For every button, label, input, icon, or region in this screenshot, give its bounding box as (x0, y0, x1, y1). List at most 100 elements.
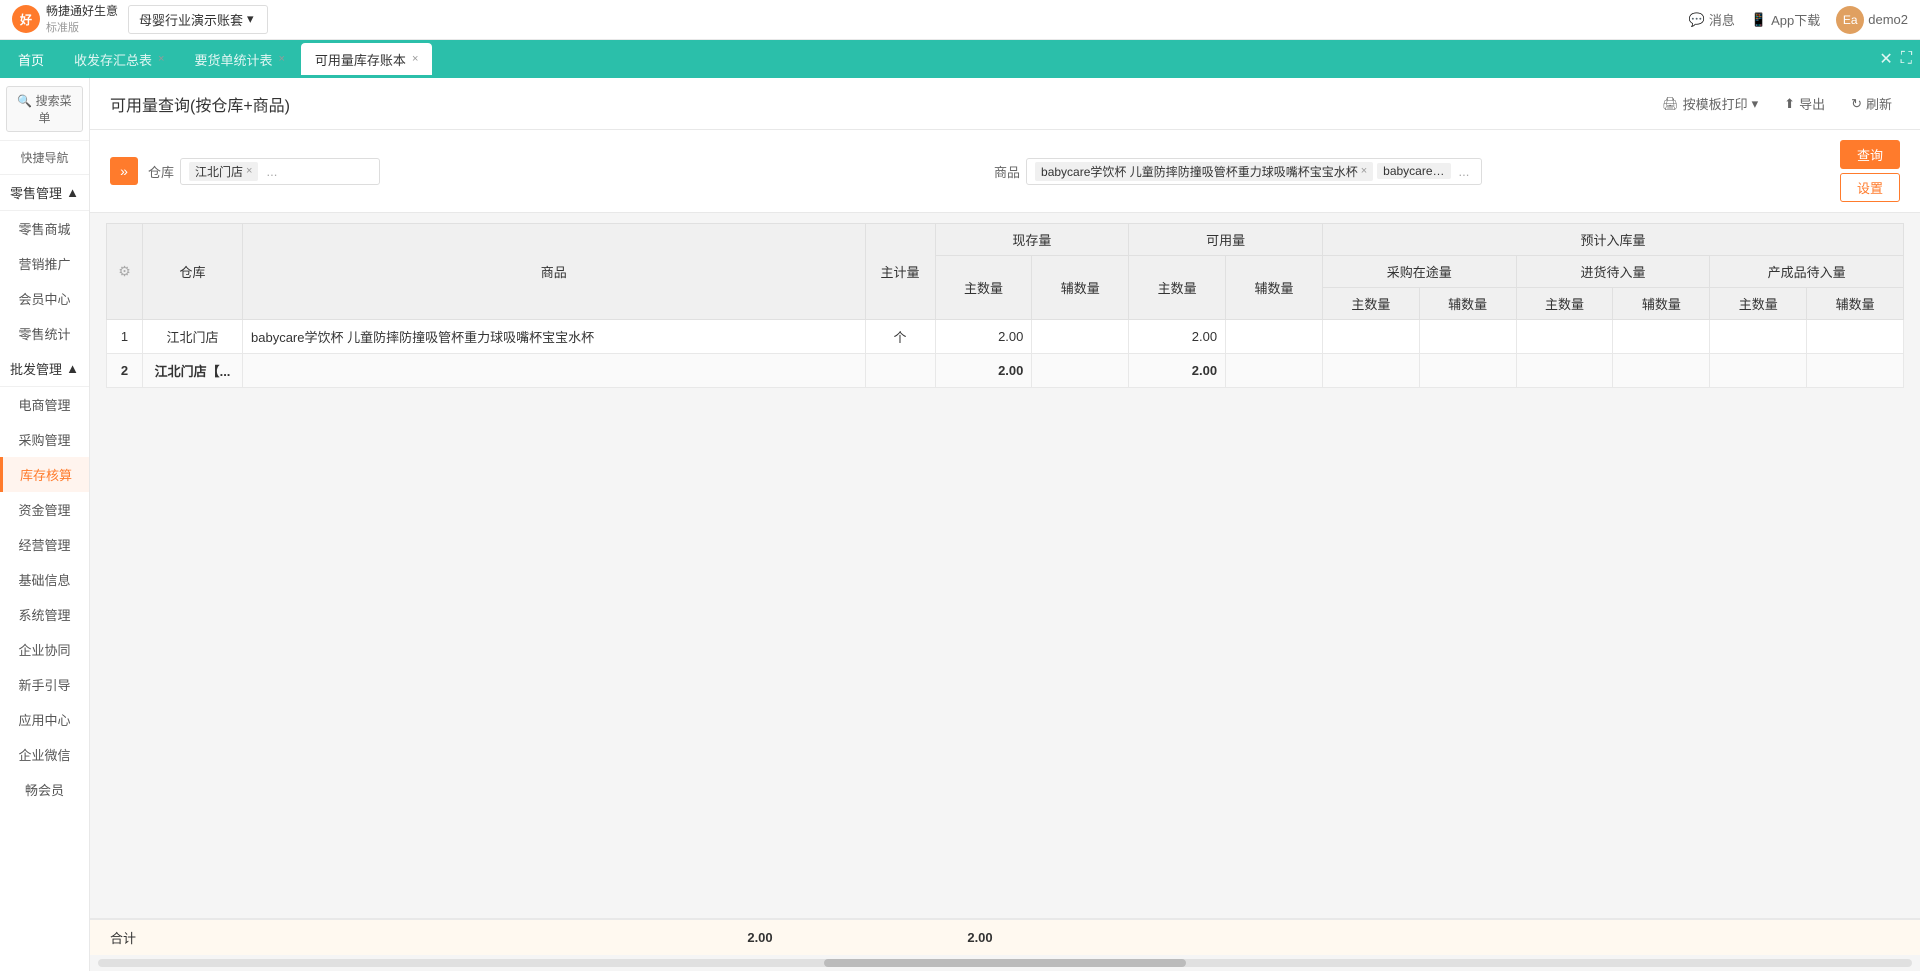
table-row: 1 江北门店 babycare学饮杯 儿童防摔防撞吸管杯重力球吸嘴杯宝宝水杯 个… (107, 320, 1904, 354)
tab-shoufacun-close[interactable]: × (158, 53, 164, 65)
product-dots[interactable]: ... (1455, 164, 1474, 179)
filter-group-product: 商品 babycare学饮杯 儿童防摔防撞吸管杯重力球吸嘴杯宝宝水杯 × bab… (994, 158, 1830, 185)
app-download-button[interactable]: 📱 App下载 (1751, 10, 1820, 29)
enterprise-label: 企业协同 (18, 643, 70, 658)
row1-product: babycare学饮杯 儿童防摔防撞吸管杯重力球吸嘴杯宝宝水杯 (243, 320, 866, 354)
row1-index: 1 (107, 320, 143, 354)
sidebar-item-guide[interactable]: 新手引导 (0, 667, 89, 702)
message-button[interactable]: 💬 消息 (1689, 10, 1735, 29)
product-tag1-remove[interactable]: × (1361, 165, 1367, 177)
query-button[interactable]: 查询 (1840, 140, 1900, 169)
tab-shoufacun[interactable]: 收发存汇总表 × (60, 43, 178, 75)
member-label: 会员中心 (18, 292, 70, 307)
th-avail-main: 主数量 (1129, 256, 1226, 320)
username-label: demo2 (1868, 12, 1908, 27)
user-area[interactable]: Ea demo2 (1836, 6, 1908, 34)
page-title: 可用量查询(按仓库+商品) (110, 92, 290, 116)
row2-inv-main: 2.00 (935, 354, 1032, 388)
row1-warehouse: 江北门店 (143, 320, 243, 354)
nav-right-buttons: ✕ ⛶ (1879, 49, 1920, 69)
tab-keyongliang[interactable]: 可用量库存账本 × (301, 43, 432, 75)
sidebar-item-appstore[interactable]: 应用中心 (0, 702, 89, 737)
setting-button[interactable]: 设置 (1840, 173, 1900, 202)
th-pur-pending-group: 进货待入量 (1516, 256, 1710, 288)
row1-avail-main: 2.00 (1129, 320, 1226, 354)
row1-avail-sub (1226, 320, 1323, 354)
logo-text-area: 畅捷通好生意 标准版 (46, 4, 118, 34)
sidebar-item-wechat[interactable]: 企业微信 (0, 737, 89, 772)
th-settings: ⚙ (107, 224, 143, 320)
row2-warehouse: 江北门店【... (143, 354, 243, 388)
industry-selector[interactable]: 母婴行业演示账套 ▾ (128, 5, 268, 34)
th-avail-sub: 辅数量 (1226, 256, 1323, 320)
marketing-label: 营销推广 (18, 257, 70, 272)
sidebar-item-finance[interactable]: 资金管理 (0, 492, 89, 527)
tab-yaohuo-close[interactable]: × (278, 53, 284, 65)
sidebar-item-quick-nav[interactable]: 快捷导航 (0, 141, 89, 175)
sidebar-item-retail-stats[interactable]: 零售统计 (0, 316, 89, 351)
sidebar-item-system[interactable]: 系统管理 (0, 597, 89, 632)
row1-prod-pend-sub (1807, 320, 1904, 354)
sidebar-item-member[interactable]: 会员中心 (0, 281, 89, 316)
filter-actions: 查询 设置 (1840, 140, 1900, 202)
sidebar-item-retail-store[interactable]: 零售商城 (0, 211, 89, 246)
export-button[interactable]: ⬆ 导出 (1776, 90, 1833, 117)
filter-toggle-button[interactable]: » (110, 157, 138, 185)
row1-inv-main: 2.00 (935, 320, 1032, 354)
th-inventory-group: 现存量 (935, 224, 1129, 256)
sidebar-section-wholesale-header[interactable]: 批发管理 ▲ (0, 351, 89, 386)
scroll-track[interactable] (98, 959, 1912, 967)
sidebar-section-retail-header[interactable]: 零售管理 ▲ (0, 175, 89, 210)
th-unit: 主计量 (865, 224, 935, 320)
footer-inv-main: 2.00 (710, 930, 810, 945)
print-icon: 🖨 (1662, 96, 1679, 112)
retail-stats-label: 零售统计 (18, 327, 70, 342)
tab-home[interactable]: 首页 (4, 43, 58, 75)
row2-pur-transit-sub (1419, 354, 1516, 388)
row1-pur-transit-sub (1419, 320, 1516, 354)
system-label: 系统管理 (18, 608, 70, 623)
sidebar-item-basic[interactable]: 基础信息 (0, 562, 89, 597)
nav-fullscreen-icon[interactable]: ⛶ (1901, 50, 1912, 68)
footer-avail-main: 2.00 (930, 930, 1030, 945)
print-button[interactable]: 🖨 按模板打印 ▾ (1654, 90, 1766, 117)
product-input[interactable]: babycare学饮杯 儿童防摔防撞吸管杯重力球吸嘴杯宝宝水杯 × babyca… (1026, 158, 1482, 185)
sidebar-item-business[interactable]: 经营管理 (0, 527, 89, 562)
th-pur-transit-main: 主数量 (1322, 288, 1419, 320)
product-tag1-value: babycare学饮杯 儿童防摔防撞吸管杯重力球吸嘴杯宝宝水杯 (1041, 163, 1358, 180)
sidebar-item-ecommerce[interactable]: 电商管理 (0, 387, 89, 422)
refresh-button[interactable]: ↻ 刷新 (1843, 90, 1900, 117)
sidebar-item-enterprise[interactable]: 企业协同 (0, 632, 89, 667)
warehouse-tag-remove[interactable]: × (246, 165, 252, 177)
sidebar-item-marketing[interactable]: 营销推广 (0, 246, 89, 281)
sidebar-item-member2[interactable]: 畅会员 (0, 772, 89, 807)
search-menu-label: 搜索菜单 (36, 94, 72, 125)
logo-area: 好 畅捷通好生意 标准版 (12, 4, 118, 34)
nav-close-icon[interactable]: ✕ (1879, 49, 1892, 69)
scroll-thumb[interactable] (824, 959, 1187, 967)
row2-prod-pend-main (1710, 354, 1807, 388)
filter-group-warehouse: 仓库 江北门店 × ... (148, 158, 984, 185)
purchase-label: 采购管理 (18, 433, 70, 448)
row2-pur-pend-sub (1613, 354, 1710, 388)
retail-mgmt-label: 零售管理 (10, 183, 62, 202)
tab-yaohuo[interactable]: 要货单统计表 × (180, 43, 298, 75)
warehouse-dots[interactable]: ... (262, 164, 281, 179)
table-area: ⚙ 仓库 商品 主计量 现存量 (90, 213, 1920, 918)
page-header: 可用量查询(按仓库+商品) 🖨 按模板打印 ▾ ⬆ 导出 ↻ 刷新 (90, 78, 1920, 130)
th-prod-pending-group: 产成品待入量 (1710, 256, 1904, 288)
th-pur-transit-sub: 辅数量 (1419, 288, 1516, 320)
filter-bar: » 仓库 江北门店 × ... 商品 babycare学饮杯 儿童防摔防撞吸管杯… (90, 130, 1920, 213)
gear-icon[interactable]: ⚙ (118, 263, 131, 279)
row1-pur-transit-main (1322, 320, 1419, 354)
tab-keyongliang-close[interactable]: × (412, 53, 418, 65)
appstore-label: 应用中心 (18, 713, 70, 728)
export-label: 导出 (1799, 94, 1825, 113)
sidebar-item-purchase[interactable]: 采购管理 (0, 422, 89, 457)
sidebar-item-inventory[interactable]: 库存核算 (0, 457, 89, 492)
row2-avail-main: 2.00 (1129, 354, 1226, 388)
search-menu-button[interactable]: 🔍 搜索菜单 (6, 86, 83, 132)
th-pur-pend-main: 主数量 (1516, 288, 1613, 320)
message-label: 消息 (1709, 10, 1735, 29)
warehouse-input[interactable]: 江北门店 × ... (180, 158, 380, 185)
